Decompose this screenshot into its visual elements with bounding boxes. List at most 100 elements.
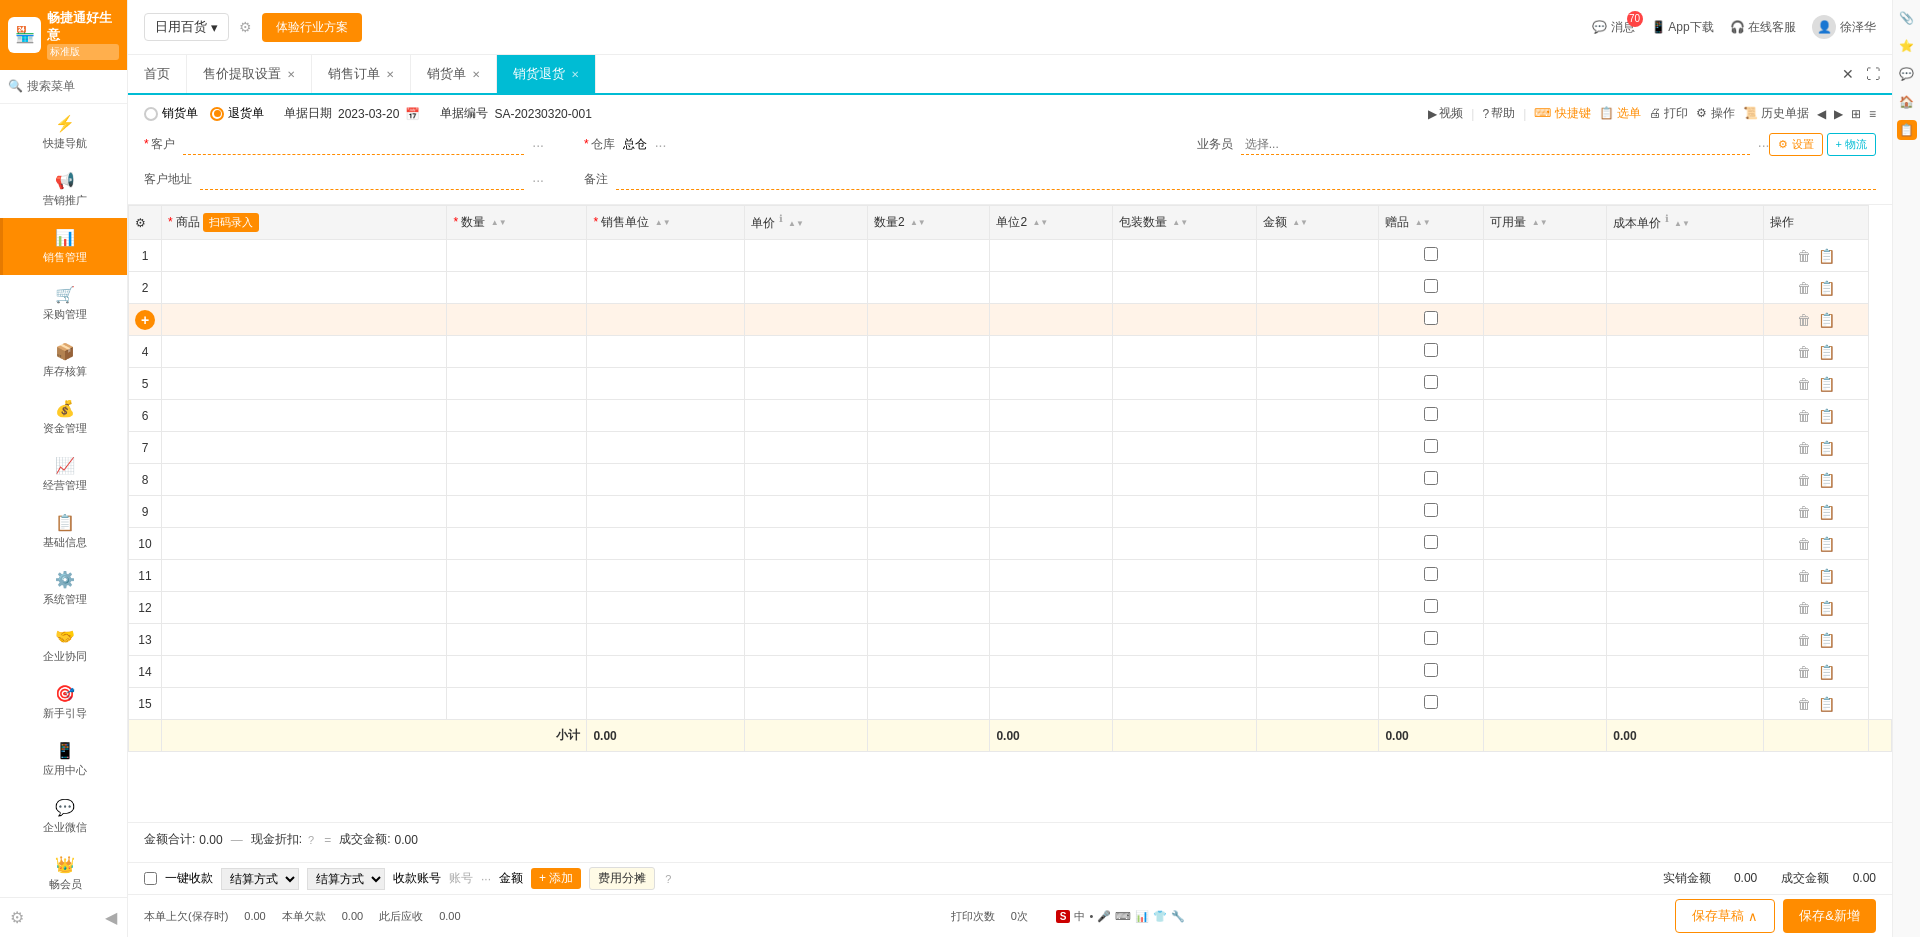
qty2-cell-2[interactable] — [867, 272, 990, 304]
th-setting[interactable]: ⚙ — [129, 206, 162, 240]
pack-qty-cell-11[interactable] — [1112, 560, 1256, 592]
right-panel-btn-1[interactable]: 📎 — [1897, 8, 1917, 28]
delete-row-btn-5[interactable]: 🗑 — [1795, 374, 1813, 394]
amount-cell-4[interactable] — [1256, 336, 1379, 368]
right-panel-btn-3[interactable]: 💬 — [1897, 64, 1917, 84]
available-cell-6[interactable] — [1484, 400, 1607, 432]
right-panel-btn-2[interactable]: ⭐ — [1897, 36, 1917, 56]
address-input[interactable] — [200, 169, 524, 190]
sale-unit-cell-11[interactable] — [587, 560, 745, 592]
unit-price-cell-8[interactable] — [745, 464, 868, 496]
sidebar-item-finance[interactable]: 💰 资金管理 — [0, 389, 127, 446]
gift-checkbox-3[interactable] — [1424, 311, 1438, 325]
print-btn[interactable]: 🖨 打印 — [1649, 105, 1688, 122]
copy-row-btn-11[interactable]: 📋 — [1816, 566, 1837, 586]
quantity-cell-2[interactable] — [447, 272, 587, 304]
product-cell-2[interactable] — [162, 272, 447, 304]
product-cell-6[interactable] — [162, 400, 447, 432]
product-cell-9[interactable] — [162, 496, 447, 528]
unit2-sort-icon[interactable]: ▲▼ — [1032, 218, 1048, 227]
pack-qty-cell-5[interactable] — [1112, 368, 1256, 400]
sale-unit-cell-13[interactable] — [587, 624, 745, 656]
warehouse-dots[interactable]: ··· — [655, 137, 667, 153]
qty2-cell-14[interactable] — [867, 656, 990, 688]
taskbar-icon-3[interactable]: 🎤 — [1097, 910, 1111, 923]
amount-cell-2[interactable] — [1256, 272, 1379, 304]
copy-row-btn-4[interactable]: 📋 — [1816, 342, 1837, 362]
amount-cell-9[interactable] — [1256, 496, 1379, 528]
gift-checkbox-5[interactable] — [1424, 375, 1438, 389]
salesperson-input[interactable] — [1241, 134, 1750, 155]
add-row-cell[interactable]: + — [129, 304, 162, 336]
product-cell-1[interactable] — [162, 240, 447, 272]
sale-unit-cell-7[interactable] — [587, 432, 745, 464]
gift-checkbox-7[interactable] — [1424, 439, 1438, 453]
copy-row-btn-14[interactable]: 📋 — [1816, 662, 1837, 682]
unit-price-cell-2[interactable] — [745, 272, 868, 304]
unit2-cell-9[interactable] — [990, 496, 1113, 528]
tab-close-all-btn[interactable]: ✕ — [1838, 62, 1858, 86]
trial-btn[interactable]: 体验行业方案 — [262, 13, 362, 42]
qty2-cell-15[interactable] — [867, 688, 990, 720]
sidebar-item-newbie[interactable]: 🎯 新手引导 — [0, 674, 127, 731]
tab-sale-settings[interactable]: 售价提取设置 ✕ — [187, 55, 312, 93]
gift-checkbox-13[interactable] — [1424, 631, 1438, 645]
available-cell-15[interactable] — [1484, 688, 1607, 720]
cost-unit-cell-12[interactable] — [1607, 592, 1764, 624]
unit-price-cell-10[interactable] — [745, 528, 868, 560]
cost-unit-cell-8[interactable] — [1607, 464, 1764, 496]
amount-cell-10[interactable] — [1256, 528, 1379, 560]
customer-dots[interactable]: ··· — [532, 137, 544, 153]
message-badge[interactable]: 💬 70 消息 — [1592, 19, 1634, 36]
prev-record-btn[interactable]: ◀ — [1817, 107, 1826, 121]
amount-cell-8[interactable] — [1256, 464, 1379, 496]
pack-qty-cell-8[interactable] — [1112, 464, 1256, 496]
cost-unit-cell-1[interactable] — [1607, 240, 1764, 272]
unit-price-sort-icon[interactable]: ▲▼ — [788, 219, 804, 228]
unit2-cell-5[interactable] — [990, 368, 1113, 400]
help-btn[interactable]: ? 帮助 — [1482, 105, 1515, 122]
cost-unit-cell-9[interactable] — [1607, 496, 1764, 528]
copy-row-btn-1[interactable]: 📋 — [1816, 246, 1837, 266]
amount-cell-5[interactable] — [1256, 368, 1379, 400]
pack-qty-cell-15[interactable] — [1112, 688, 1256, 720]
delete-row-btn-8[interactable]: 🗑 — [1795, 470, 1813, 490]
sidebar-item-basicinfo[interactable]: 📋 基础信息 — [0, 503, 127, 560]
available-cell-7[interactable] — [1484, 432, 1607, 464]
sale-unit-cell-2[interactable] — [587, 272, 745, 304]
pack-qty-cell-7[interactable] — [1112, 432, 1256, 464]
gift-cell-3[interactable] — [1379, 304, 1484, 336]
copy-row-btn-6[interactable]: 📋 — [1816, 406, 1837, 426]
product-input-3[interactable] — [168, 313, 440, 327]
available-cell-10[interactable] — [1484, 528, 1607, 560]
taskbar-icon-1[interactable]: 中 — [1074, 909, 1085, 924]
taskbar-icon-7[interactable]: 🔧 — [1171, 910, 1185, 923]
sidebar-item-inventory[interactable]: 📦 库存核算 — [0, 332, 127, 389]
settings-gear-icon[interactable]: ⚙ — [237, 17, 254, 37]
delete-row-btn-7[interactable]: 🗑 — [1795, 438, 1813, 458]
taskbar-icon-5[interactable]: 📊 — [1135, 910, 1149, 923]
cost-unit-cell-4[interactable] — [1607, 336, 1764, 368]
unit-price-cell-9[interactable] — [745, 496, 868, 528]
gift-cell-6[interactable] — [1379, 400, 1484, 432]
account-dots[interactable]: ··· — [481, 872, 491, 886]
tab-expand-btn[interactable]: ⛶ — [1862, 62, 1884, 86]
unit-price-cell-11[interactable] — [745, 560, 868, 592]
cost-unit-cell-7[interactable] — [1607, 432, 1764, 464]
sale-unit-cell-14[interactable] — [587, 656, 745, 688]
quantity-cell-14[interactable] — [447, 656, 587, 688]
quantity-cell-11[interactable] — [447, 560, 587, 592]
quantity-sort-icon[interactable]: ▲▼ — [491, 218, 507, 227]
tab-sale-return-close[interactable]: ✕ — [571, 69, 579, 80]
pack-qty-cell-9[interactable] — [1112, 496, 1256, 528]
qty2-cell-7[interactable] — [867, 432, 990, 464]
unit-price-cell-12[interactable] — [745, 592, 868, 624]
gift-cell-10[interactable] — [1379, 528, 1484, 560]
online-service-link[interactable]: 🎧 在线客服 — [1730, 19, 1796, 36]
amount-cell-15[interactable] — [1256, 688, 1379, 720]
gift-checkbox-12[interactable] — [1424, 599, 1438, 613]
amount-cell-1[interactable] — [1256, 240, 1379, 272]
sidebar-collapse-btn[interactable]: ◀ — [103, 906, 119, 929]
unit-price-cell-5[interactable] — [745, 368, 868, 400]
calc-method-select[interactable]: 结算方式 — [307, 868, 385, 890]
